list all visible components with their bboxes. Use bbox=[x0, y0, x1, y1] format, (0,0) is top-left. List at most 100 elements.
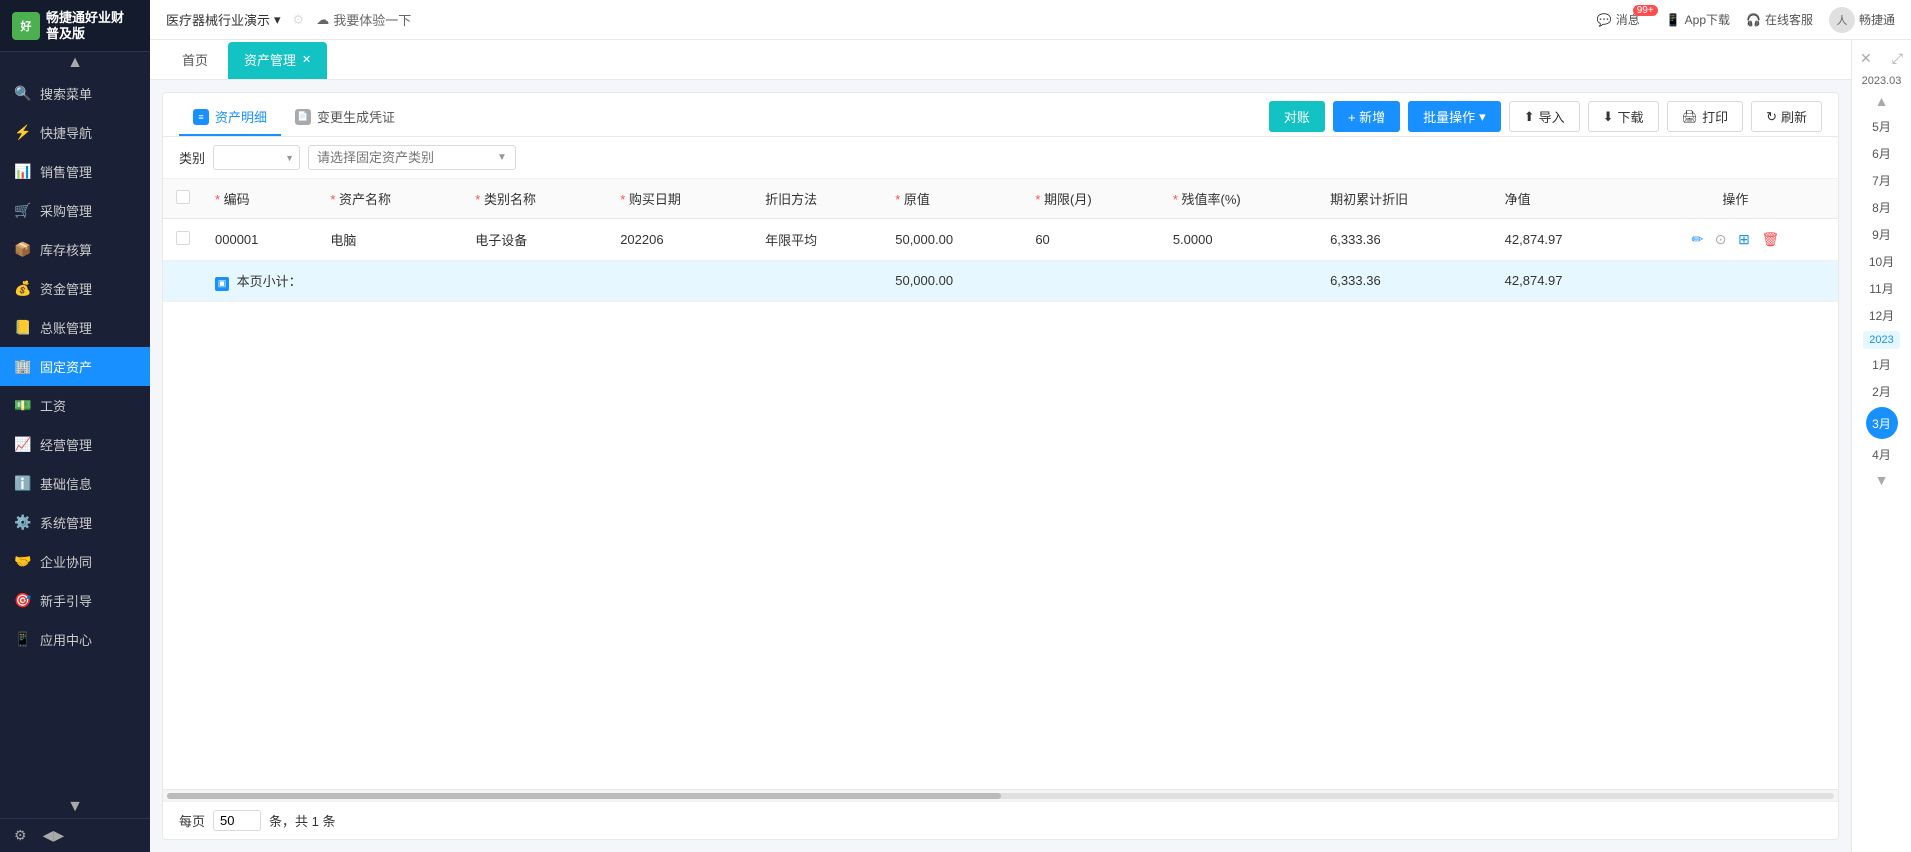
online-service-button[interactable]: 🎧 在线客服 bbox=[1746, 11, 1813, 28]
row-checkbox-cell bbox=[163, 219, 203, 261]
wage-icon: 💵 bbox=[14, 397, 32, 414]
subtotal-empty-2 bbox=[1023, 261, 1161, 302]
print-icon: 🖨 bbox=[1682, 109, 1699, 125]
user-menu[interactable]: 人 畅捷通 bbox=[1829, 7, 1895, 33]
panel-down-arrow[interactable]: ▼ bbox=[1871, 468, 1893, 492]
month-12[interactable]: 12月 bbox=[1852, 302, 1911, 329]
experience-link[interactable]: ☁ 我要体验一下 bbox=[316, 10, 411, 29]
sidebar-item-inventory[interactable]: 📦 库存核算 bbox=[0, 230, 150, 269]
batch-button[interactable]: 批量操作 ▾ bbox=[1408, 101, 1501, 132]
service-icon: 🎧 bbox=[1746, 13, 1761, 27]
copy-button[interactable]: ⊙ bbox=[1711, 229, 1731, 250]
print-button[interactable]: 🖨 打印 bbox=[1667, 101, 1744, 132]
inner-page: ≡ 资产明细 📄 变更生成凭证 对账 + 新增 bbox=[162, 92, 1839, 840]
sidebar-item-purchase[interactable]: 🛒 采购管理 bbox=[0, 191, 150, 230]
sidebar-nav: 🔍 搜索菜单 ⚡ 快捷导航 📊 销售管理 🛒 采购管理 📦 库存核算 💰 资金管… bbox=[0, 74, 150, 796]
month-6[interactable]: 6月 bbox=[1852, 140, 1911, 167]
year-2023-badge[interactable]: 2023 bbox=[1863, 331, 1899, 349]
sidebar-scroll-down[interactable]: ▼ bbox=[0, 796, 150, 818]
sidebar-item-label: 采购管理 bbox=[40, 201, 92, 220]
panel-controls: ✕ ⤢ bbox=[1852, 44, 1911, 73]
refresh-button[interactable]: ↻ 刷新 bbox=[1751, 101, 1822, 132]
table-header-row: * 编码 * 资产名称 * 类别名称 * 购买日期 折旧方法 * 原值 * 期限… bbox=[163, 179, 1838, 219]
ledger-icon: 📒 bbox=[14, 319, 32, 336]
panel-close-button[interactable]: ✕ bbox=[1856, 46, 1876, 71]
month-2[interactable]: 2月 bbox=[1852, 378, 1911, 405]
sidebar-item-search[interactable]: 🔍 搜索菜单 bbox=[0, 74, 150, 113]
delete-button[interactable]: 🗑 bbox=[1758, 229, 1784, 250]
per-page-select[interactable]: 10 20 50 100 bbox=[213, 810, 261, 831]
main: 医疗器械行业演示 ▾ ⚙ ☁ 我要体验一下 💬 消息 99+ 📱 App下载 🎧… bbox=[150, 0, 1911, 852]
sub-tab-voucher[interactable]: 📄 变更生成凭证 bbox=[281, 101, 409, 136]
tab-asset[interactable]: 资产管理 ✕ bbox=[228, 42, 327, 79]
asset-table: * 编码 * 资产名称 * 类别名称 * 购买日期 折旧方法 * 原值 * 期限… bbox=[163, 179, 1838, 302]
scrollbar-thumb[interactable] bbox=[167, 793, 1001, 799]
sidebar-scroll-up[interactable]: ▲ bbox=[0, 52, 150, 74]
inventory-icon: 📦 bbox=[14, 241, 32, 258]
service-label: 在线客服 bbox=[1765, 11, 1813, 28]
tabs-bar: 首页 资产管理 ✕ bbox=[150, 40, 1851, 80]
content-area: 首页 资产管理 ✕ ≡ 资产明细 📄 变更生成凭证 bbox=[150, 40, 1911, 852]
th-net-label: 净值 bbox=[1505, 192, 1531, 207]
month-1[interactable]: 1月 bbox=[1852, 351, 1911, 378]
category-dropdown-icon: ▼ bbox=[497, 152, 507, 163]
new-button[interactable]: + 新增 bbox=[1333, 101, 1400, 132]
panel-up-arrow[interactable]: ▲ bbox=[1871, 89, 1893, 113]
sidebar-item-sales[interactable]: 📊 销售管理 bbox=[0, 152, 150, 191]
subtotal-net-value: 42,874.97 bbox=[1493, 261, 1633, 302]
row-residual-rate: 5.0000 bbox=[1161, 219, 1318, 261]
th-purchase-label: 购买日期 bbox=[629, 192, 681, 207]
month-7[interactable]: 7月 bbox=[1852, 167, 1911, 194]
sidebar-item-shortcut[interactable]: ⚡ 快捷导航 bbox=[0, 113, 150, 152]
cloud-icon: ☁ bbox=[316, 12, 329, 28]
th-residual-rate: * 残值率(%) bbox=[1161, 179, 1318, 219]
sidebar-item-label: 工资 bbox=[40, 396, 66, 415]
import-button[interactable]: ⬆ 导入 bbox=[1509, 101, 1580, 132]
collapse-button[interactable]: ◀▶ bbox=[43, 827, 65, 844]
sidebar-item-finance[interactable]: 💰 资金管理 bbox=[0, 269, 150, 308]
sidebar-item-apps[interactable]: 📱 应用中心 bbox=[0, 620, 150, 659]
sidebar-item-ops[interactable]: 📈 经营管理 bbox=[0, 425, 150, 464]
app-download-button[interactable]: 📱 App下载 bbox=[1666, 11, 1730, 28]
row-action-cell: ✏ ⊙ ⊞ 🗑 bbox=[1633, 219, 1838, 261]
tab-close-icon[interactable]: ✕ bbox=[302, 53, 311, 66]
month-3-active[interactable]: 3月 bbox=[1866, 407, 1898, 439]
sidebar-item-basic[interactable]: ℹ️ 基础信息 bbox=[0, 464, 150, 503]
category-select[interactable]: 电子设备 办公设备 机械设备 车辆 其他 bbox=[213, 145, 300, 170]
sidebar-item-collab[interactable]: 🤝 企业协同 bbox=[0, 542, 150, 581]
month-5[interactable]: 5月 bbox=[1852, 113, 1911, 140]
sidebar: 好 畅捷通好业财 普及版 ▲ 🔍 搜索菜单 ⚡ 快捷导航 📊 销售管理 🛒 采购… bbox=[0, 0, 150, 852]
sidebar-item-wage[interactable]: 💵 工资 bbox=[0, 386, 150, 425]
th-dep-label: 折旧方法 bbox=[765, 192, 817, 207]
row-checkbox[interactable] bbox=[176, 231, 190, 245]
select-all-checkbox[interactable] bbox=[176, 190, 190, 204]
logo-text: 畅捷通好业财 普及版 bbox=[46, 10, 124, 41]
month-9[interactable]: 9月 bbox=[1852, 221, 1911, 248]
edit-button[interactable]: ✏ bbox=[1687, 229, 1707, 250]
download-button[interactable]: ⬇ 下载 bbox=[1588, 101, 1659, 132]
shortcut-icon: ⚡ bbox=[14, 124, 32, 141]
chevron-down-icon: ▾ bbox=[274, 12, 281, 28]
settings-button[interactable]: ⚙ bbox=[14, 827, 27, 844]
sidebar-item-system[interactable]: ⚙️ 系统管理 bbox=[0, 503, 150, 542]
reconcile-button[interactable]: 对账 bbox=[1269, 101, 1325, 132]
search-icon: 🔍 bbox=[14, 85, 32, 102]
month-4[interactable]: 4月 bbox=[1852, 441, 1911, 468]
message-button[interactable]: 💬 消息 99+ bbox=[1597, 11, 1650, 28]
row-period: 60 bbox=[1023, 219, 1161, 261]
month-11[interactable]: 11月 bbox=[1852, 275, 1911, 302]
subtotal-period-dep: 6,333.36 bbox=[1318, 261, 1493, 302]
sidebar-item-guide[interactable]: 🎯 新手引导 bbox=[0, 581, 150, 620]
sidebar-item-ledger[interactable]: 📒 总账管理 bbox=[0, 308, 150, 347]
category-input[interactable] bbox=[317, 150, 493, 165]
sidebar-item-fixed[interactable]: 🏢 固定资产 bbox=[0, 347, 150, 386]
sub-tab-detail[interactable]: ≡ 资产明细 bbox=[179, 101, 281, 136]
tab-home[interactable]: 首页 bbox=[166, 42, 224, 79]
panel-expand-button[interactable]: ⤢ bbox=[1888, 46, 1907, 71]
month-8[interactable]: 8月 bbox=[1852, 194, 1911, 221]
download-btn-icon: ⬇ bbox=[1603, 109, 1614, 125]
finance-icon: 💰 bbox=[14, 280, 32, 297]
detail-button[interactable]: ⊞ bbox=[1734, 229, 1754, 250]
company-selector[interactable]: 医疗器械行业演示 ▾ bbox=[166, 10, 281, 29]
month-10[interactable]: 10月 bbox=[1852, 248, 1911, 275]
